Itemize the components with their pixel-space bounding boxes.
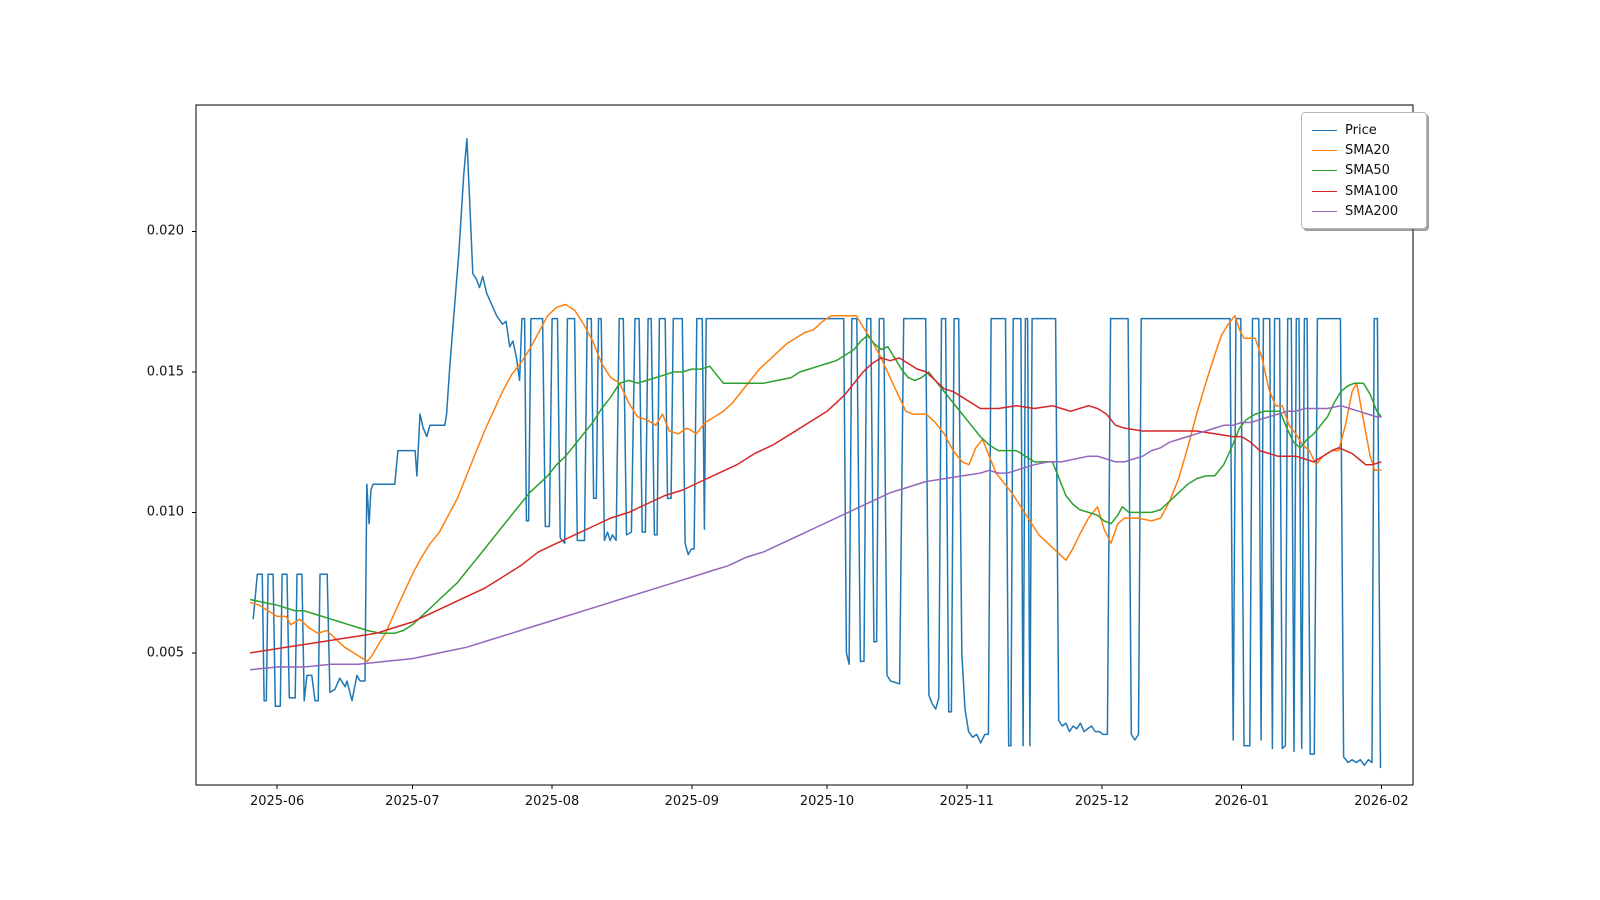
series-line-sma200 xyxy=(250,404,1382,671)
x-tick-label: 2025-11 xyxy=(939,794,994,809)
series-line-price xyxy=(252,137,1382,769)
legend: Price SMA20 SMA50 SMA100 SMA200 xyxy=(1301,112,1427,229)
series-line-sma50 xyxy=(249,334,1382,635)
x-tick-label: 2025-06 xyxy=(249,794,305,809)
legend-line-icon xyxy=(1312,190,1337,192)
x-tick-label: 2025-09 xyxy=(664,794,719,809)
legend-label: SMA200 xyxy=(1345,204,1399,220)
legend-line-icon xyxy=(1312,129,1337,131)
y-tick-label: 0.020 xyxy=(146,223,184,239)
legend-line-icon xyxy=(1312,211,1337,213)
legend-entry-sma50: SMA50 xyxy=(1312,161,1416,181)
x-tick-label: 2025-08 xyxy=(524,794,580,809)
x-tick-label: 2026-02 xyxy=(1354,794,1409,809)
y-tick-label: 0.010 xyxy=(146,504,184,520)
series-line-sma100 xyxy=(249,357,1382,654)
x-tick-label: 2025-10 xyxy=(799,794,855,809)
legend-entry-price: Price xyxy=(1312,120,1416,140)
legend-entry-sma200: SMA200 xyxy=(1312,202,1416,222)
chart-figure: 2025-06 2025-07 2025-08 2025-09 2025-10 2025-… xyxy=(0,0,1600,900)
x-tick-label: 2025-12 xyxy=(1074,794,1130,809)
legend-entry-sma20: SMA20 xyxy=(1312,140,1416,160)
x-tick-label: 2025-07 xyxy=(385,794,440,809)
legend-label: SMA20 xyxy=(1345,143,1390,159)
series-line-sma20 xyxy=(249,303,1382,663)
legend-line-icon xyxy=(1312,170,1337,172)
y-tick-label: 0.005 xyxy=(146,645,184,661)
legend-label: SMA50 xyxy=(1345,163,1390,179)
legend-line-icon xyxy=(1312,150,1337,152)
y-tick-label: 0.015 xyxy=(146,364,184,380)
x-tick-label: 2026-01 xyxy=(1214,794,1269,809)
legend-entry-sma100: SMA100 xyxy=(1312,181,1416,201)
legend-label: SMA100 xyxy=(1345,183,1399,199)
legend-label: Price xyxy=(1345,122,1377,138)
